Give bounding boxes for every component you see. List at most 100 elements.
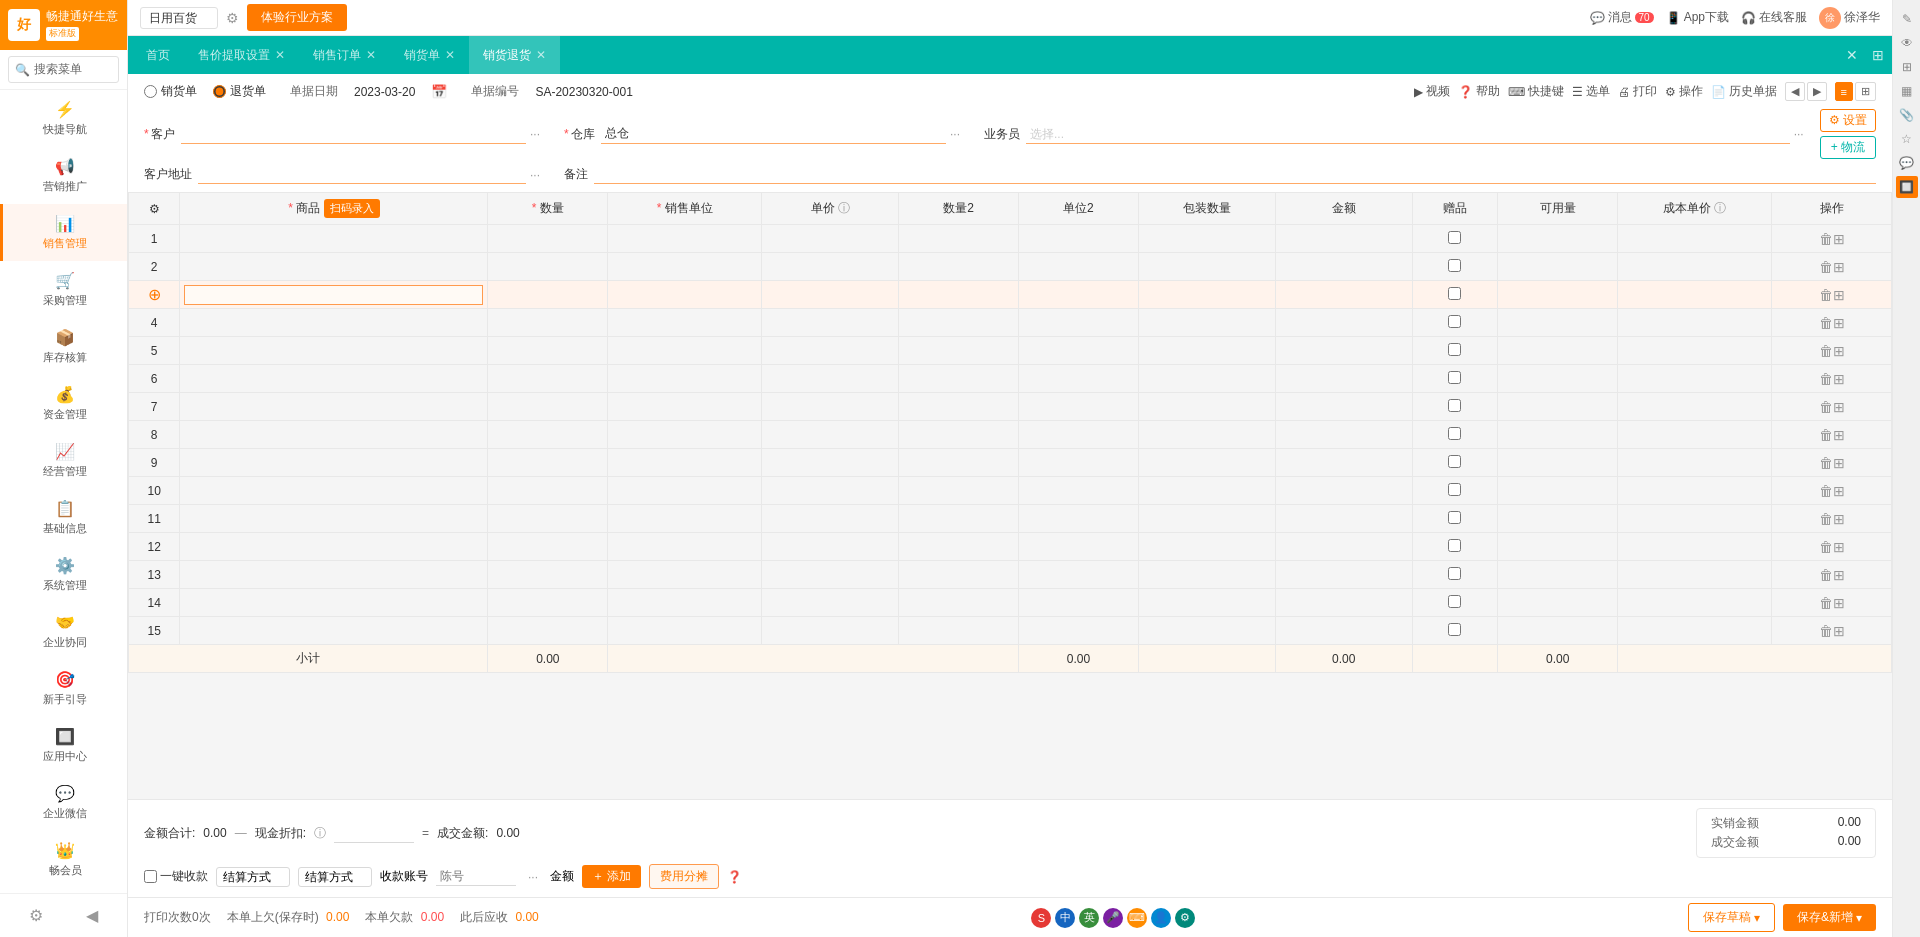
unit-cell[interactable] xyxy=(608,393,762,421)
one-click-payment-input[interactable] xyxy=(144,870,157,883)
account-dots[interactable]: ··· xyxy=(524,870,542,884)
toolbar-print[interactable]: 🖨 打印 xyxy=(1618,83,1657,100)
customer-input[interactable] xyxy=(181,125,526,144)
next-record-button[interactable]: ▶ xyxy=(1807,82,1827,101)
unit2-cell[interactable] xyxy=(1019,253,1139,281)
unit2-cell[interactable] xyxy=(1019,561,1139,589)
cost-price-cell[interactable] xyxy=(1618,589,1772,617)
delete-row-button[interactable]: 🗑 xyxy=(1819,623,1833,639)
account-number-input[interactable] xyxy=(436,867,516,886)
actions-cell[interactable]: 🗑⊞ xyxy=(1772,505,1892,533)
copy-row-button[interactable]: ⊞ xyxy=(1833,623,1845,639)
amount-cell[interactable] xyxy=(1275,225,1412,253)
product-cell[interactable] xyxy=(180,561,488,589)
discount-input[interactable] xyxy=(334,824,414,843)
unit2-cell[interactable] xyxy=(1019,393,1139,421)
column-settings-icon[interactable]: ⚙ xyxy=(133,202,175,216)
tab-return[interactable]: 销货退货 ✕ xyxy=(469,36,560,74)
topbar-gear-icon[interactable]: ⚙ xyxy=(226,10,239,26)
radio-sales-bill[interactable]: 销货单 xyxy=(144,83,197,100)
available-cell[interactable] xyxy=(1498,225,1618,253)
save-draft-button[interactable]: 保存草稿 ▾ xyxy=(1688,903,1775,932)
copy-row-button[interactable]: ⊞ xyxy=(1833,455,1845,471)
delete-row-button[interactable]: 🗑 xyxy=(1819,399,1833,415)
pkg-qty-cell[interactable] xyxy=(1138,505,1275,533)
actions-cell[interactable]: 🗑⊞ xyxy=(1772,561,1892,589)
gift-cell[interactable] xyxy=(1412,477,1498,505)
cost-price-cell[interactable] xyxy=(1618,337,1772,365)
gift-checkbox[interactable] xyxy=(1448,259,1461,272)
toolbar-video[interactable]: ▶ 视频 xyxy=(1414,83,1450,100)
address-select-button[interactable]: ··· xyxy=(526,168,544,182)
logistics-button[interactable]: + 物流 xyxy=(1820,136,1876,159)
pkg-qty-cell[interactable] xyxy=(1138,449,1275,477)
unit-cell[interactable] xyxy=(608,533,762,561)
available-cell[interactable] xyxy=(1498,477,1618,505)
unit2-cell[interactable] xyxy=(1019,421,1139,449)
copy-row-button[interactable]: ⊞ xyxy=(1833,399,1845,415)
amount-cell[interactable] xyxy=(1275,337,1412,365)
tab-layout-button[interactable]: ⊞ xyxy=(1868,45,1888,65)
gift-checkbox[interactable] xyxy=(1448,595,1461,608)
amount-cell[interactable] xyxy=(1275,421,1412,449)
cost-price-cell[interactable] xyxy=(1618,561,1772,589)
toolbar-shortcut[interactable]: ⌨ 快捷键 xyxy=(1508,83,1564,100)
delete-row-button[interactable]: 🗑 xyxy=(1819,427,1833,443)
radio-return-input[interactable] xyxy=(213,85,226,98)
delete-row-button[interactable]: 🗑 xyxy=(1819,539,1833,555)
unit2-cell[interactable] xyxy=(1019,365,1139,393)
unit-price-cell[interactable] xyxy=(762,589,899,617)
delete-row-button[interactable]: 🗑 xyxy=(1819,455,1833,471)
unit-price-cell[interactable] xyxy=(762,337,899,365)
delete-row-button[interactable]: 🗑 xyxy=(1819,287,1833,303)
prev-record-button[interactable]: ◀ xyxy=(1785,82,1805,101)
right-sidebar-clip[interactable]: 📎 xyxy=(1896,104,1918,126)
qty2-cell[interactable] xyxy=(899,449,1019,477)
unit-price-cell[interactable] xyxy=(762,561,899,589)
product-cell[interactable] xyxy=(180,253,488,281)
cost-price-cell[interactable] xyxy=(1618,617,1772,645)
gift-cell[interactable] xyxy=(1412,617,1498,645)
copy-row-button[interactable]: ⊞ xyxy=(1833,511,1845,527)
sidebar-item-purchase[interactable]: 🛒 采购管理 xyxy=(0,261,127,318)
gift-checkbox[interactable] xyxy=(1448,483,1461,496)
pkg-qty-cell[interactable] xyxy=(1138,421,1275,449)
amount-cell[interactable] xyxy=(1275,477,1412,505)
gift-checkbox[interactable] xyxy=(1448,287,1461,300)
sidebar-item-finance[interactable]: 💰 资金管理 xyxy=(0,375,127,432)
unit-cell[interactable] xyxy=(608,225,762,253)
quantity-cell[interactable] xyxy=(488,421,608,449)
qty2-cell[interactable] xyxy=(899,421,1019,449)
cost-price-cell[interactable] xyxy=(1618,365,1772,393)
industry-select[interactable]: 日用百货 xyxy=(140,7,218,29)
product-cell[interactable] xyxy=(180,365,488,393)
available-cell[interactable] xyxy=(1498,365,1618,393)
gift-cell[interactable] xyxy=(1412,253,1498,281)
quantity-cell[interactable] xyxy=(488,477,608,505)
available-cell[interactable] xyxy=(1498,281,1618,309)
cost-price-cell[interactable] xyxy=(1618,533,1772,561)
warehouse-input[interactable] xyxy=(601,125,946,144)
sidebar-item-member[interactable]: 👑 畅会员 xyxy=(0,831,127,888)
delete-row-button[interactable]: 🗑 xyxy=(1819,511,1833,527)
amount-cell[interactable] xyxy=(1275,533,1412,561)
qty2-cell[interactable] xyxy=(899,337,1019,365)
pkg-qty-cell[interactable] xyxy=(1138,253,1275,281)
unit-cell[interactable] xyxy=(608,365,762,393)
sidebar-item-wechat[interactable]: 💬 企业微信 xyxy=(0,774,127,831)
available-cell[interactable] xyxy=(1498,449,1618,477)
cost-price-cell[interactable] xyxy=(1618,505,1772,533)
person-icon[interactable]: 👤 xyxy=(1151,908,1171,928)
setting-button[interactable]: ⚙ 设置 xyxy=(1820,109,1876,132)
user-profile[interactable]: 徐 徐泽华 xyxy=(1819,7,1880,29)
sidebar-item-sales[interactable]: 📊 销售管理 xyxy=(0,204,127,261)
unit-cell[interactable] xyxy=(608,617,762,645)
copy-row-button[interactable]: ⊞ xyxy=(1833,567,1845,583)
sidebar-item-enterprise[interactable]: 🤝 企业协同 xyxy=(0,603,127,660)
cost-price-cell[interactable] xyxy=(1618,309,1772,337)
sidebar-item-system[interactable]: ⚙️ 系统管理 xyxy=(0,546,127,603)
amount-cell[interactable] xyxy=(1275,309,1412,337)
amount-cell[interactable] xyxy=(1275,617,1412,645)
unit-price-cell[interactable] xyxy=(762,505,899,533)
scan-button[interactable]: 扫码录入 xyxy=(324,199,380,218)
